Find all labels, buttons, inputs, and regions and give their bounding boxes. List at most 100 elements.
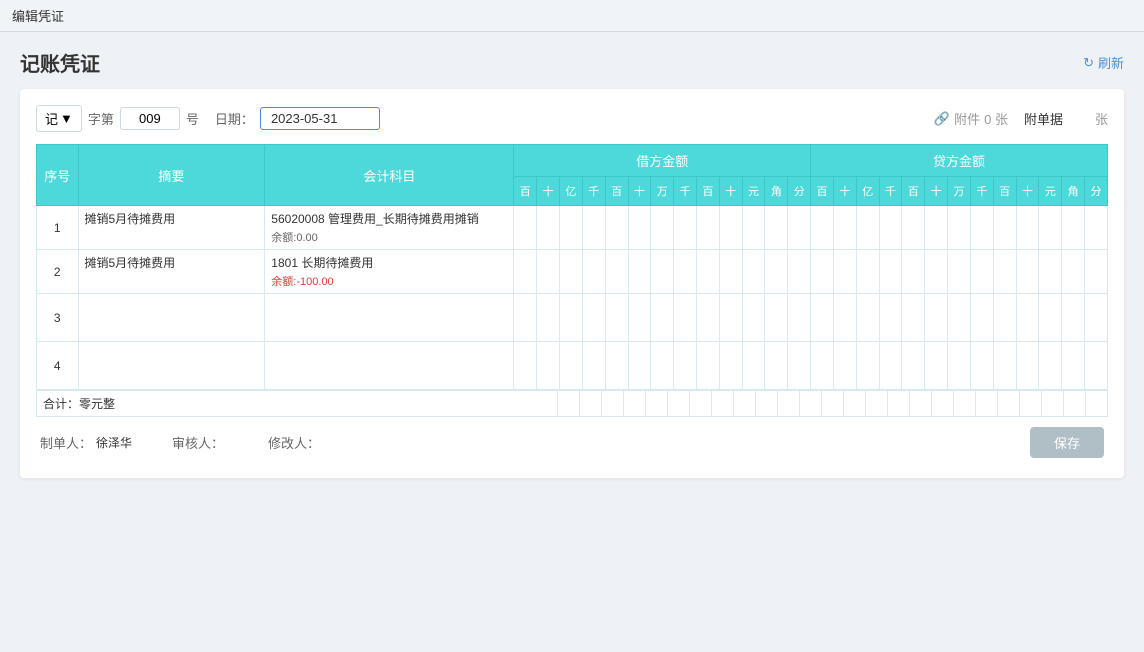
cell-summary[interactable] <box>78 342 265 390</box>
amount-cell[interactable] <box>948 250 971 294</box>
amount-cell[interactable] <box>856 294 879 342</box>
amount-cell[interactable] <box>605 250 628 294</box>
amount-cell[interactable] <box>948 342 971 390</box>
amount-cell[interactable] <box>788 206 811 250</box>
amount-cell[interactable] <box>1062 342 1085 390</box>
single-doc-label[interactable]: 附单据 <box>1024 109 1063 128</box>
date-input[interactable] <box>260 107 380 130</box>
amount-cell[interactable] <box>856 206 879 250</box>
amount-cell[interactable] <box>742 250 765 294</box>
amount-cell[interactable] <box>605 342 628 390</box>
cell-account[interactable] <box>265 294 514 342</box>
amount-cell[interactable] <box>742 342 765 390</box>
amount-cell[interactable] <box>560 250 583 294</box>
amount-cell[interactable] <box>970 206 993 250</box>
amount-cell[interactable] <box>582 206 605 250</box>
amount-cell[interactable] <box>879 342 902 390</box>
amount-cell[interactable] <box>537 294 560 342</box>
amount-cell[interactable] <box>696 206 719 250</box>
amount-cell[interactable] <box>902 294 925 342</box>
amount-cell[interactable] <box>514 342 537 390</box>
amount-cell[interactable] <box>925 250 948 294</box>
amount-cell[interactable] <box>560 294 583 342</box>
amount-cell[interactable] <box>970 342 993 390</box>
amount-cell[interactable] <box>651 250 674 294</box>
amount-cell[interactable] <box>811 250 834 294</box>
cell-account[interactable]: 1801 长期待摊费用 余额:-100.00 <box>265 250 514 294</box>
cell-summary[interactable]: 摊销5月待摊费用 <box>78 250 265 294</box>
amount-cell[interactable] <box>811 342 834 390</box>
amount-cell[interactable] <box>765 206 788 250</box>
amount-cell[interactable] <box>993 294 1016 342</box>
amount-cell[interactable] <box>788 250 811 294</box>
amount-cell[interactable] <box>811 206 834 250</box>
amount-cell[interactable] <box>925 206 948 250</box>
amount-cell[interactable] <box>765 250 788 294</box>
amount-cell[interactable] <box>811 294 834 342</box>
attachment-link[interactable]: 🔗 附件 0 张 <box>934 109 1008 128</box>
amount-cell[interactable] <box>993 206 1016 250</box>
amount-cell[interactable] <box>651 206 674 250</box>
amount-cell[interactable] <box>788 294 811 342</box>
amount-cell[interactable] <box>925 294 948 342</box>
amount-cell[interactable] <box>765 294 788 342</box>
amount-cell[interactable] <box>651 294 674 342</box>
amount-cell[interactable] <box>833 342 856 390</box>
amount-cell[interactable] <box>651 342 674 390</box>
amount-cell[interactable] <box>537 206 560 250</box>
amount-cell[interactable] <box>856 342 879 390</box>
amount-cell[interactable] <box>902 206 925 250</box>
amount-cell[interactable] <box>696 342 719 390</box>
amount-cell[interactable] <box>742 206 765 250</box>
amount-cell[interactable] <box>605 294 628 342</box>
amount-cell[interactable] <box>1062 250 1085 294</box>
amount-cell[interactable] <box>765 342 788 390</box>
amount-cell[interactable] <box>696 250 719 294</box>
amount-cell[interactable] <box>1039 294 1062 342</box>
save-button[interactable]: 保存 <box>1030 427 1104 458</box>
amount-cell[interactable] <box>1039 250 1062 294</box>
amount-cell[interactable] <box>948 294 971 342</box>
cell-summary[interactable]: 摊销5月待摊费用 <box>78 206 265 250</box>
cell-account[interactable]: 56020008 管理费用_长期待摊费用摊销 余额:0.00 <box>265 206 514 250</box>
amount-cell[interactable] <box>674 206 697 250</box>
amount-cell[interactable] <box>788 342 811 390</box>
amount-cell[interactable] <box>1085 294 1108 342</box>
amount-cell[interactable] <box>514 206 537 250</box>
amount-cell[interactable] <box>719 206 742 250</box>
amount-cell[interactable] <box>879 250 902 294</box>
amount-cell[interactable] <box>902 250 925 294</box>
amount-cell[interactable] <box>993 250 1016 294</box>
amount-cell[interactable] <box>560 206 583 250</box>
amount-cell[interactable] <box>582 250 605 294</box>
amount-cell[interactable] <box>993 342 1016 390</box>
amount-cell[interactable] <box>537 250 560 294</box>
amount-cell[interactable] <box>1062 206 1085 250</box>
amount-cell[interactable] <box>605 206 628 250</box>
amount-cell[interactable] <box>1016 294 1039 342</box>
amount-cell[interactable] <box>856 250 879 294</box>
amount-cell[interactable] <box>1039 206 1062 250</box>
amount-cell[interactable] <box>628 342 651 390</box>
amount-cell[interactable] <box>833 294 856 342</box>
amount-cell[interactable] <box>1016 250 1039 294</box>
amount-cell[interactable] <box>674 294 697 342</box>
amount-cell[interactable] <box>879 206 902 250</box>
amount-cell[interactable] <box>1039 342 1062 390</box>
amount-cell[interactable] <box>582 342 605 390</box>
amount-cell[interactable] <box>1062 294 1085 342</box>
zi-number-input[interactable] <box>120 107 180 130</box>
amount-cell[interactable] <box>925 342 948 390</box>
amount-cell[interactable] <box>514 250 537 294</box>
amount-cell[interactable] <box>970 250 993 294</box>
amount-cell[interactable] <box>742 294 765 342</box>
amount-cell[interactable] <box>674 250 697 294</box>
amount-cell[interactable] <box>1016 206 1039 250</box>
amount-cell[interactable] <box>719 250 742 294</box>
amount-cell[interactable] <box>719 294 742 342</box>
amount-cell[interactable] <box>628 206 651 250</box>
amount-cell[interactable] <box>628 294 651 342</box>
amount-cell[interactable] <box>696 294 719 342</box>
amount-cell[interactable] <box>902 342 925 390</box>
amount-cell[interactable] <box>628 250 651 294</box>
